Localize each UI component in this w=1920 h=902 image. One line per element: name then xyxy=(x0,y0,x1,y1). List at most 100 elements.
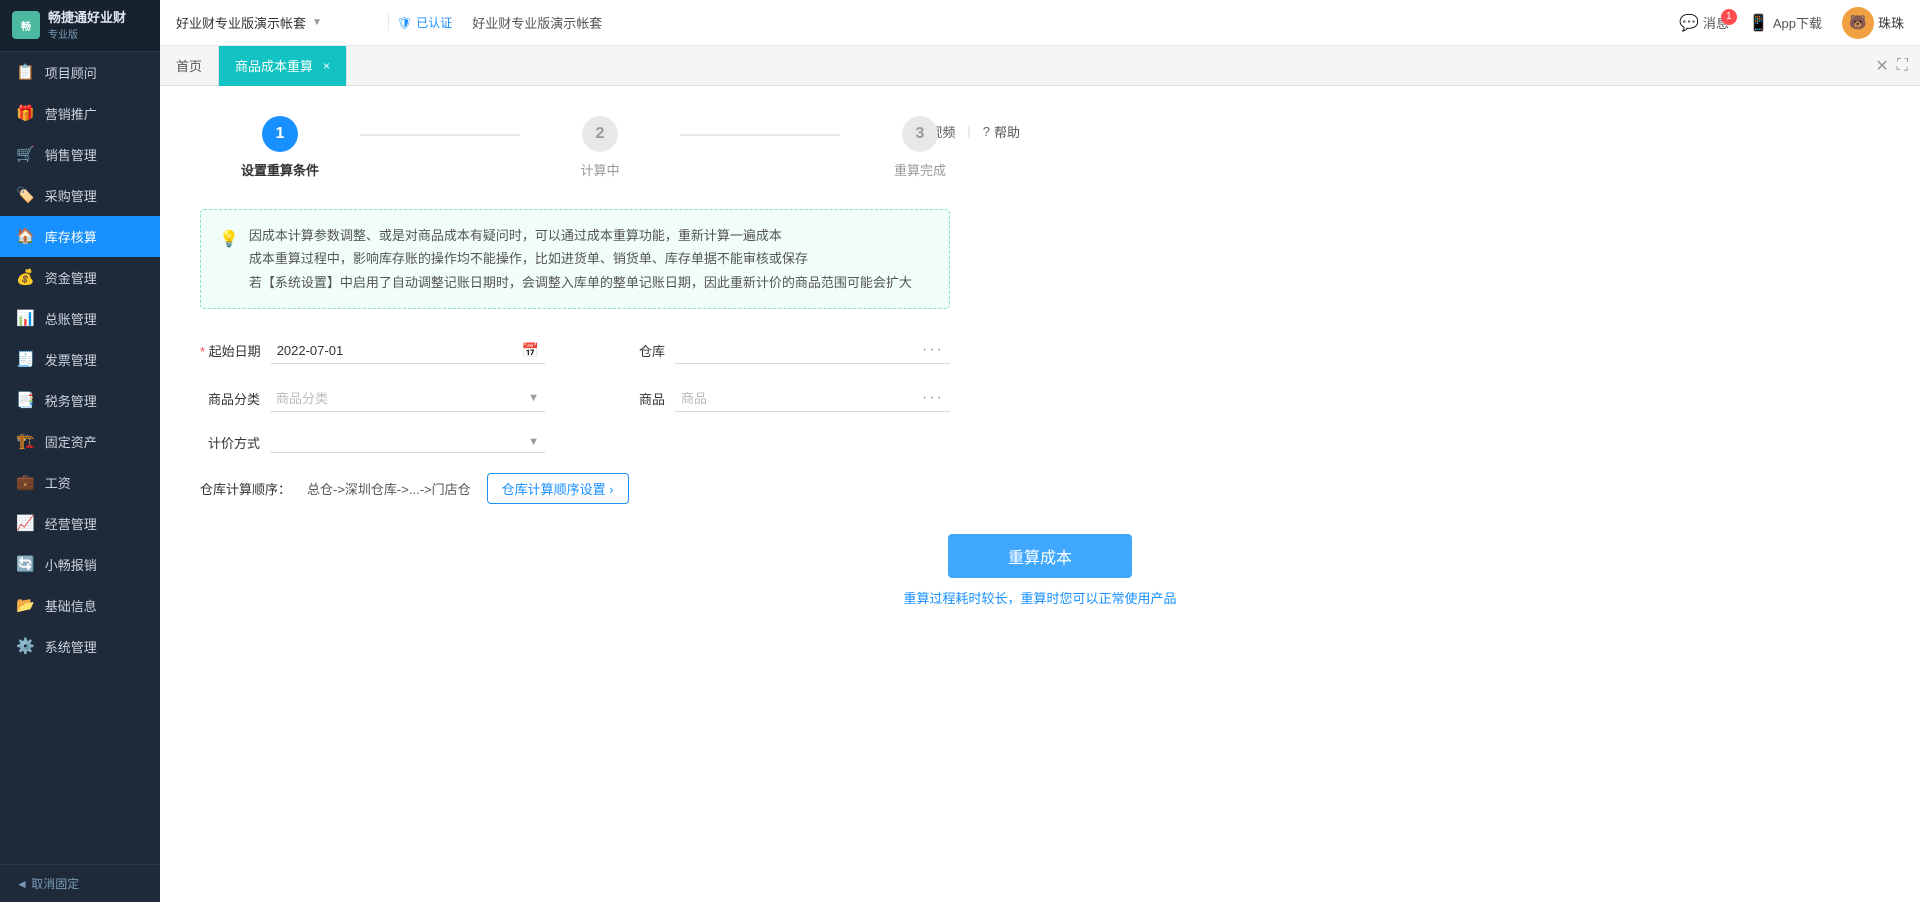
warehouse-more-icon[interactable]: ··· xyxy=(922,341,944,359)
category-select[interactable]: 商品分类 ▼ xyxy=(270,384,545,412)
start-date-value: 2022-07-01 xyxy=(277,343,516,358)
sidebar-item-inventory[interactable]: 🏠 库存核算 xyxy=(0,216,160,257)
purchase-icon: 🏷️ xyxy=(16,186,35,204)
sidebar-item-accounting[interactable]: 📊 总账管理 xyxy=(0,298,160,339)
username: 珠珠 xyxy=(1878,13,1904,32)
logo-icon: 畅 xyxy=(21,18,31,33)
step-3-circle: 3 xyxy=(902,116,938,152)
warehouse-order-settings-button[interactable]: 仓库计算顺序设置 › xyxy=(487,473,629,504)
expense-icon: 🔄 xyxy=(16,555,35,573)
tab-home[interactable]: 首页 xyxy=(160,46,219,86)
sidebar-footer-pin[interactable]: ◄ 取消固定 xyxy=(0,864,160,902)
verified-badge: 🛡 已认证 xyxy=(388,14,460,31)
tab-close-icon[interactable]: × xyxy=(323,59,330,73)
step-line-1 xyxy=(360,134,520,136)
help-label: 帮助 xyxy=(994,122,1020,141)
info-line-1: 因成本计算参数调整、或是对商品成本有疑问时，可以通过成本重算功能，重新计算一遍成… xyxy=(249,224,912,247)
sidebar-item-purchase[interactable]: 🏷️ 采购管理 xyxy=(0,175,160,216)
sidebar-item-label: 资金管理 xyxy=(45,268,97,287)
sidebar-item-assets[interactable]: 🏗️ 固定资产 xyxy=(0,421,160,462)
tab-close-window-icon[interactable]: ✕ xyxy=(1875,56,1888,76)
compute-hint: 重算过程耗时较长，重算时您可以正常使用产品 xyxy=(903,588,1176,607)
warehouse-order-value: 总仓->深圳仓库->...->门店仓 xyxy=(307,479,471,498)
system-icon: ⚙️ xyxy=(16,637,35,655)
basic-icon: 📂 xyxy=(16,596,35,614)
warehouse-order-row: 仓库计算顺序： 总仓->深圳仓库->...->门店仓 仓库计算顺序设置 › xyxy=(200,473,950,504)
tabs-right: ✕ ⛶ xyxy=(1863,56,1920,76)
sidebar-item-label: 经营管理 xyxy=(45,514,97,533)
product-input[interactable]: 商品 ··· xyxy=(675,384,950,412)
operations-icon: 📈 xyxy=(16,514,35,532)
pricing-label: 计价方式 xyxy=(200,433,260,452)
info-content: 因成本计算参数调整、或是对商品成本有疑问时，可以通过成本重算功能，重新计算一遍成… xyxy=(249,224,912,294)
sidebar-item-marketing[interactable]: 🎁 营销推广 xyxy=(0,93,160,134)
sales-icon: 🛒 xyxy=(16,145,35,163)
main-area: 好业财专业版演示帐套 ▼ 🛡 已认证 好业财专业版演示帐套 💬 消息 1 📱 A… xyxy=(160,0,1920,902)
sidebar-logo: 畅 xyxy=(12,11,40,39)
sidebar-item-label: 系统管理 xyxy=(45,637,97,656)
user-avatar-action[interactable]: 🐻 珠珠 xyxy=(1842,7,1904,39)
payroll-icon: 💼 xyxy=(16,473,35,491)
category-row: 商品分类 商品分类 ▼ xyxy=(200,384,545,412)
sidebar: 畅 畅捷通好业财 专业版 📋 项目顾问 🎁 营销推广 🛒 销售管理 🏷️ 采购管… xyxy=(0,0,160,902)
question-icon: ? xyxy=(983,124,990,139)
step-2-number: 2 xyxy=(596,125,605,143)
step-2-label: 计算中 xyxy=(580,160,619,179)
message-action[interactable]: 💬 消息 1 xyxy=(1679,13,1729,33)
topbar: 好业财专业版演示帐套 ▼ 🛡 已认证 好业财专业版演示帐套 💬 消息 1 📱 A… xyxy=(160,0,1920,46)
sidebar-item-operations[interactable]: 📈 经营管理 xyxy=(0,503,160,544)
sidebar-item-label: 固定资产 xyxy=(45,432,97,451)
compute-button[interactable]: 重算成本 xyxy=(948,534,1132,578)
assets-icon: 🏗️ xyxy=(16,432,35,450)
step-2: 2 计算中 xyxy=(520,116,680,179)
warehouse-input[interactable]: ··· xyxy=(675,337,950,364)
warehouse-btn-label: 仓库计算顺序设置 › xyxy=(502,479,614,498)
product-more-icon[interactable]: ··· xyxy=(922,389,944,407)
warehouse-row: 仓库 ··· xyxy=(605,337,950,364)
account-selector[interactable]: 好业财专业版演示帐套 ▼ xyxy=(176,13,376,32)
help-divider: | xyxy=(967,124,970,139)
sidebar-item-finance[interactable]: 💰 资金管理 xyxy=(0,257,160,298)
calendar-icon[interactable]: 📅 xyxy=(522,342,539,359)
sidebar-item-label: 工资 xyxy=(45,473,71,492)
project-icon: 📋 xyxy=(16,63,35,81)
phone-icon: 📱 xyxy=(1749,13,1769,33)
help-link[interactable]: ? 帮助 xyxy=(983,122,1020,141)
sidebar-item-sales[interactable]: 🛒 销售管理 xyxy=(0,134,160,175)
sidebar-item-label: 税务管理 xyxy=(45,391,97,410)
info-box: 💡 因成本计算参数调整、或是对商品成本有疑问时，可以通过成本重算功能，重新计算一… xyxy=(200,209,950,309)
step-3-label: 重算完成 xyxy=(894,160,946,179)
account-chevron-icon: ▼ xyxy=(312,17,322,28)
sidebar-item-label: 发票管理 xyxy=(45,350,97,369)
finance-icon: 💰 xyxy=(16,268,35,286)
sidebar-brand: 畅捷通好业财 专业版 xyxy=(48,10,126,41)
verified-text: 已认证 xyxy=(416,14,452,31)
category-chevron-icon: ▼ xyxy=(528,392,539,404)
sidebar-item-label: 营销推广 xyxy=(45,104,97,123)
sidebar-item-tax[interactable]: 📑 税务管理 xyxy=(0,380,160,421)
step-1-label: 设置重算条件 xyxy=(241,160,319,179)
start-date-input[interactable]: 2022-07-01 📅 xyxy=(271,338,545,364)
avatar: 🐻 xyxy=(1842,7,1874,39)
pricing-chevron-icon: ▼ xyxy=(528,436,539,448)
app-download-label: App下载 xyxy=(1773,13,1822,32)
step-line-2 xyxy=(680,134,840,136)
tab-expand-icon[interactable]: ⛶ xyxy=(1897,57,1908,75)
info-line-2: 成本重算过程中，影响库存账的操作均不能操作，比如进货单、销货单、库存单据不能审核… xyxy=(249,247,912,270)
sidebar-item-expense[interactable]: 🔄 小畅报销 xyxy=(0,544,160,585)
sidebar-subtitle: 专业版 xyxy=(48,26,126,41)
sidebar-item-basic[interactable]: 📂 基础信息 xyxy=(0,585,160,626)
sidebar-item-label: 基础信息 xyxy=(45,596,97,615)
app-download-action[interactable]: 📱 App下载 xyxy=(1749,13,1822,33)
invoice-icon: 🧾 xyxy=(16,350,35,368)
pricing-select[interactable]: ▼ xyxy=(270,432,545,453)
sidebar-item-payroll[interactable]: 💼 工资 xyxy=(0,462,160,503)
step-2-circle: 2 xyxy=(582,116,618,152)
account-name: 好业财专业版演示帐套 xyxy=(176,13,306,32)
sidebar-item-system[interactable]: ⚙️ 系统管理 xyxy=(0,626,160,667)
sidebar-item-invoice[interactable]: 🧾 发票管理 xyxy=(0,339,160,380)
content-area: 1 设置重算条件 2 计算中 3 重算完成 xyxy=(160,86,1920,902)
sidebar-item-label: 销售管理 xyxy=(45,145,97,164)
sidebar-item-project[interactable]: 📋 项目顾问 xyxy=(0,52,160,93)
tab-cost-recalc[interactable]: 商品成本重算 × xyxy=(219,46,347,86)
